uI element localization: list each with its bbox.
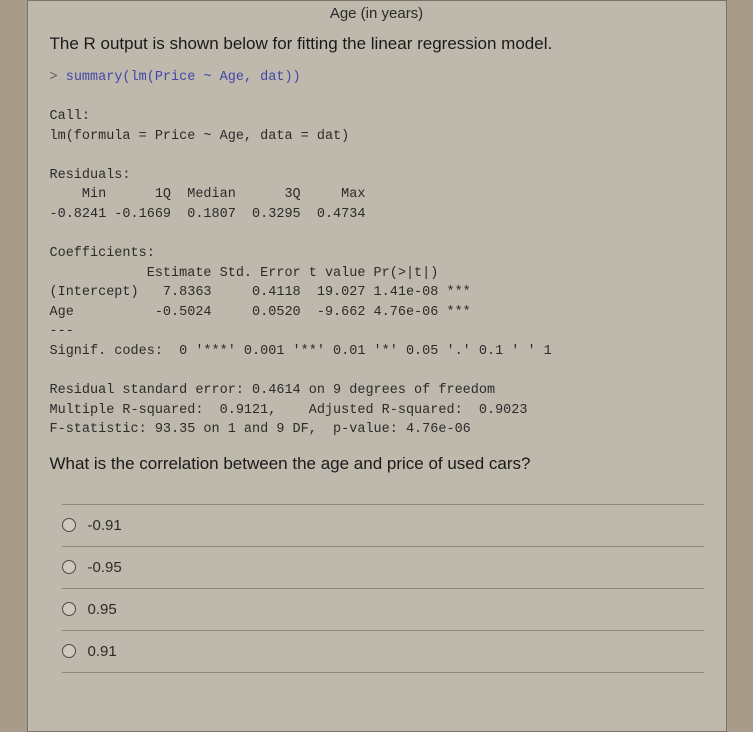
radio-icon[interactable] bbox=[62, 518, 76, 532]
question-text: What is the correlation between the age … bbox=[28, 454, 726, 474]
option-label: 0.95 bbox=[88, 601, 117, 618]
coef-row-intercept: (Intercept) 7.8363 0.4118 19.027 1.41e-0… bbox=[50, 285, 471, 300]
option-label: 0.91 bbox=[88, 643, 117, 660]
option-4[interactable]: 0.91 bbox=[62, 630, 704, 673]
residuals-cols: Min 1Q Median 3Q Max bbox=[50, 187, 366, 202]
coef-header: Coefficients: bbox=[50, 246, 155, 261]
option-2[interactable]: -0.95 bbox=[62, 546, 704, 588]
r2-line: Multiple R-squared: 0.9121, Adjusted R-s… bbox=[50, 403, 528, 418]
option-3[interactable]: 0.95 bbox=[62, 588, 704, 630]
radio-icon[interactable] bbox=[62, 644, 76, 658]
option-1[interactable]: -0.91 bbox=[62, 504, 704, 546]
summary-command: summary(lm(Price ~ Age, dat)) bbox=[66, 70, 301, 85]
option-label: -0.95 bbox=[88, 559, 122, 576]
rse-line: Residual standard error: 0.4614 on 9 deg… bbox=[50, 383, 496, 398]
prompt-char: > bbox=[50, 70, 58, 85]
f-line: F-statistic: 93.35 on 1 and 9 DF, p-valu… bbox=[50, 422, 471, 437]
radio-icon[interactable] bbox=[62, 560, 76, 574]
residuals-vals: -0.8241 -0.1669 0.1807 0.3295 0.4734 bbox=[50, 207, 366, 222]
r-output: > summary(lm(Price ~ Age, dat)) Call: lm… bbox=[28, 68, 726, 440]
signif-codes: Signif. codes: 0 '***' 0.001 '**' 0.01 '… bbox=[50, 344, 552, 359]
option-label: -0.91 bbox=[88, 517, 122, 534]
axis-label: Age (in years) bbox=[28, 5, 726, 22]
call-header: Call: bbox=[50, 109, 91, 124]
intro-text: The R output is shown below for fitting … bbox=[28, 34, 726, 54]
options-list: -0.91 -0.95 0.95 0.91 bbox=[28, 504, 726, 693]
call-line: lm(formula = Price ~ Age, data = dat) bbox=[50, 129, 350, 144]
coef-sep: --- bbox=[50, 324, 74, 339]
coef-row-age: Age -0.5024 0.0520 -9.662 4.76e-06 *** bbox=[50, 305, 471, 320]
radio-icon[interactable] bbox=[62, 602, 76, 616]
coef-cols: Estimate Std. Error t value Pr(>|t|) bbox=[50, 266, 439, 281]
residuals-header: Residuals: bbox=[50, 168, 131, 183]
question-card: Age (in years) The R output is shown bel… bbox=[27, 0, 727, 732]
